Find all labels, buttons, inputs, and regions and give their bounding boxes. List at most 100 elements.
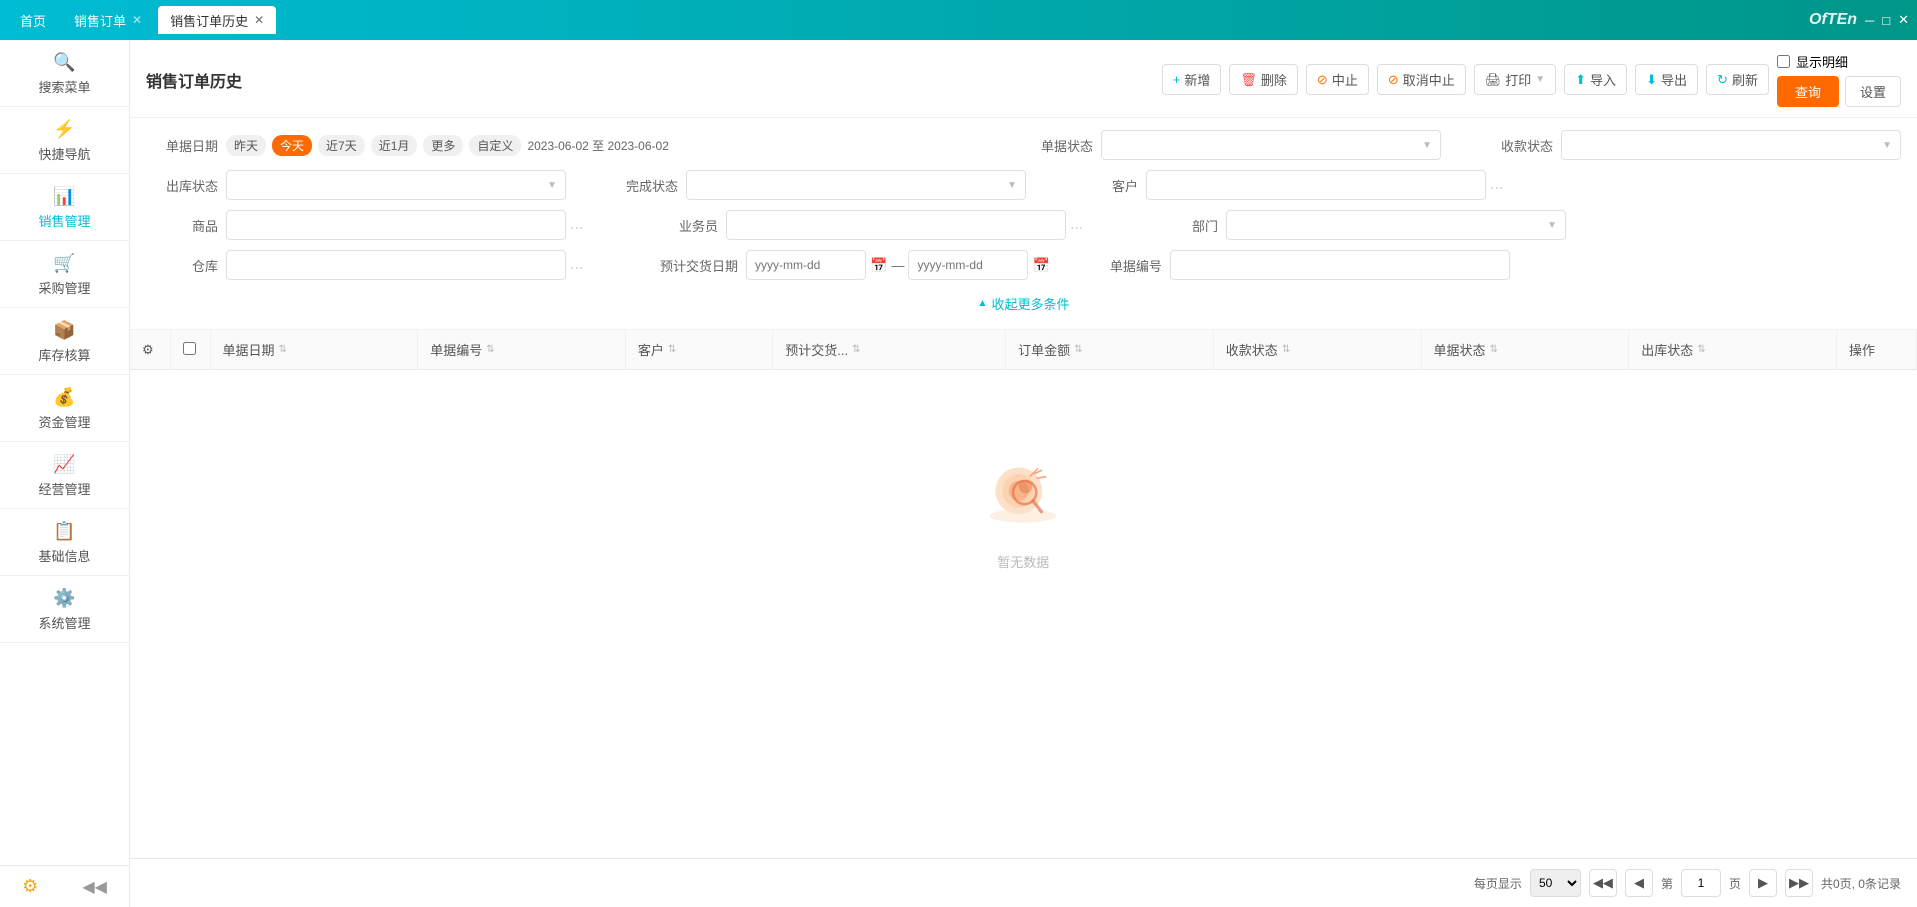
th-out-status: 出库状态⇅ — [1629, 330, 1837, 370]
empty-illustration — [973, 450, 1073, 540]
warehouse-input[interactable] — [226, 250, 566, 280]
stop-button[interactable]: ⊘ 中止 — [1306, 64, 1369, 95]
sales-mgmt-icon: 📊 — [53, 186, 75, 207]
maximize-btn[interactable]: □ — [1882, 13, 1890, 28]
sales-order-history-tab-close[interactable]: ✕ — [254, 13, 264, 27]
table-container: ⚙ 单据日期⇅ 单据编号⇅ 客户⇅ — [130, 330, 1917, 858]
product-label: 商品 — [146, 216, 226, 235]
salesperson-input[interactable] — [726, 210, 1066, 240]
date-chip-today[interactable]: 今天 — [272, 135, 312, 156]
expected-date-start[interactable] — [746, 250, 866, 280]
new-button[interactable]: + 新增 — [1162, 64, 1222, 95]
sort-icon-out-status[interactable]: ⇅ — [1697, 344, 1705, 355]
sort-icon-number[interactable]: ⇅ — [486, 344, 494, 355]
pagination-bar: 每页显示 50 10 20 100 ◀◀ ◀ 第 页 ▶ ▶▶ 共0页, 0条记… — [130, 858, 1917, 907]
th-customer: 客户⇅ — [625, 330, 772, 370]
import-button[interactable]: ⬆ 导入 — [1564, 64, 1627, 95]
sidebar-item-basic-info[interactable]: 📋 基础信息 — [0, 509, 129, 576]
sidebar-settings-icon[interactable]: ⚙ — [22, 876, 38, 897]
date-chip-last7[interactable]: 近7天 — [318, 135, 365, 156]
brand-name: OfTEn — [1809, 11, 1857, 29]
query-button[interactable]: 查询 — [1777, 76, 1839, 107]
sort-icon-payment-status[interactable]: ⇅ — [1282, 344, 1290, 355]
next-page-button[interactable]: ▶ — [1749, 869, 1777, 897]
page-number-input[interactable] — [1681, 869, 1721, 897]
calendar-start-icon[interactable]: 📅 — [870, 257, 887, 274]
prev-page-button[interactable]: ◀ — [1625, 869, 1653, 897]
basic-info-icon: 📋 — [53, 521, 75, 542]
sidebar-item-inventory[interactable]: 📦 库存核算 — [0, 308, 129, 375]
stop-icon: ⊘ — [1317, 72, 1328, 88]
minimize-btn[interactable]: ─ — [1865, 13, 1874, 28]
sidebar-item-quick-nav[interactable]: ⚡ 快捷导航 — [0, 107, 129, 174]
sidebar-item-label-finance: 资金管理 — [38, 412, 90, 431]
import-icon: ⬆ — [1575, 72, 1586, 88]
salesperson-input-group: ... — [726, 210, 1106, 240]
print-dropdown-icon: ▼ — [1535, 74, 1545, 85]
sidebar-collapse-icon[interactable]: ◀◀ — [82, 877, 107, 897]
date-chip-custom[interactable]: 自定义 — [469, 135, 521, 156]
tab-sales-order[interactable]: 销售订单 ✕ — [62, 6, 154, 34]
display-detail-checkbox[interactable] — [1777, 55, 1790, 68]
collapse-label: 收起更多条件 — [991, 294, 1069, 313]
sidebar-item-finance[interactable]: 💰 资金管理 — [0, 375, 129, 442]
date-chip-more[interactable]: 更多 — [423, 135, 463, 156]
per-page-select[interactable]: 50 10 20 100 — [1530, 869, 1581, 897]
sidebar-item-sales-mgmt[interactable]: 📊 销售管理 — [0, 174, 129, 241]
date-chip-yesterday[interactable]: 昨天 — [226, 135, 266, 156]
product-input[interactable] — [226, 210, 566, 240]
th-settings[interactable]: ⚙ — [130, 330, 170, 370]
sys-mgmt-icon: ⚙️ — [53, 588, 75, 609]
complete-status-select[interactable]: ▼ — [686, 170, 1026, 200]
dept-select[interactable]: ▼ — [1226, 210, 1566, 240]
product-dots[interactable]: ... — [566, 216, 587, 234]
display-toggle-row: 显示明细 — [1777, 52, 1901, 71]
sort-icon-bill-status[interactable]: ⇅ — [1490, 344, 1498, 355]
cancel-stop-button[interactable]: ⊘ 取消中止 — [1377, 64, 1466, 95]
calendar-end-icon[interactable]: 📅 — [1032, 257, 1049, 274]
first-page-button[interactable]: ◀◀ — [1589, 869, 1617, 897]
sidebar-item-purchase-mgmt[interactable]: 🛒 采购管理 — [0, 241, 129, 308]
select-all-checkbox[interactable] — [183, 342, 196, 355]
th-checkbox[interactable] — [170, 330, 210, 370]
table-body: 暂无数据 — [130, 370, 1917, 652]
cancel-stop-icon: ⊘ — [1388, 72, 1399, 88]
salesperson-label: 业务员 — [646, 216, 726, 235]
prev-page-icon: ◀ — [1634, 875, 1644, 891]
date-chip-last1m[interactable]: 近1月 — [371, 135, 418, 156]
sort-icon-expected[interactable]: ⇅ — [852, 344, 860, 355]
tab-home[interactable]: 首页 — [8, 6, 58, 34]
export-button[interactable]: ⬇ 导出 — [1635, 64, 1698, 95]
sort-icon-amount[interactable]: ⇅ — [1074, 344, 1082, 355]
expected-date-end[interactable] — [908, 250, 1028, 280]
customer-input-group: ... — [1146, 170, 1901, 200]
sidebar-item-operations[interactable]: 📈 经营管理 — [0, 442, 129, 509]
print-button[interactable]: 🖨 打印 ▼ — [1474, 64, 1556, 95]
sidebar-item-label-basic-info: 基础信息 — [38, 546, 90, 565]
date-label: 单据日期 — [146, 136, 226, 155]
sales-order-tab-close[interactable]: ✕ — [132, 13, 142, 27]
out-status-select[interactable]: ▼ — [226, 170, 566, 200]
setting-button[interactable]: 设置 — [1845, 76, 1901, 107]
warehouse-dots[interactable]: ... — [566, 256, 587, 274]
delete-button[interactable]: 🗑 删除 — [1229, 64, 1298, 95]
customer-label: 客户 — [1066, 176, 1146, 195]
sidebar-item-sys-mgmt[interactable]: ⚙️ 系统管理 — [0, 576, 129, 643]
customer-dots[interactable]: ... — [1486, 176, 1507, 194]
customer-input[interactable] — [1146, 170, 1486, 200]
tab-sales-order-history[interactable]: 销售订单历史 ✕ — [158, 6, 276, 34]
close-btn[interactable]: ✕ — [1898, 12, 1909, 28]
settings-icon[interactable]: ⚙ — [142, 342, 154, 357]
salesperson-dots[interactable]: ... — [1066, 216, 1087, 234]
last-page-button[interactable]: ▶▶ — [1785, 869, 1813, 897]
sort-icon-customer[interactable]: ⇅ — [668, 344, 676, 355]
payment-status-select[interactable]: ▼ — [1561, 130, 1901, 160]
bill-status-select[interactable]: ▼ — [1101, 130, 1441, 160]
collapse-button[interactable]: ▲ 收起更多条件 — [146, 290, 1901, 317]
bill-no-input[interactable] — [1170, 250, 1510, 280]
expected-date-label: 预计交货日期 — [646, 256, 746, 275]
sort-icon-date[interactable]: ⇅ — [279, 344, 287, 355]
refresh-icon: ↻ — [1717, 72, 1728, 88]
sidebar-item-search-menu[interactable]: 🔍 搜索菜单 — [0, 40, 129, 107]
refresh-button[interactable]: ↻ 刷新 — [1706, 64, 1769, 95]
